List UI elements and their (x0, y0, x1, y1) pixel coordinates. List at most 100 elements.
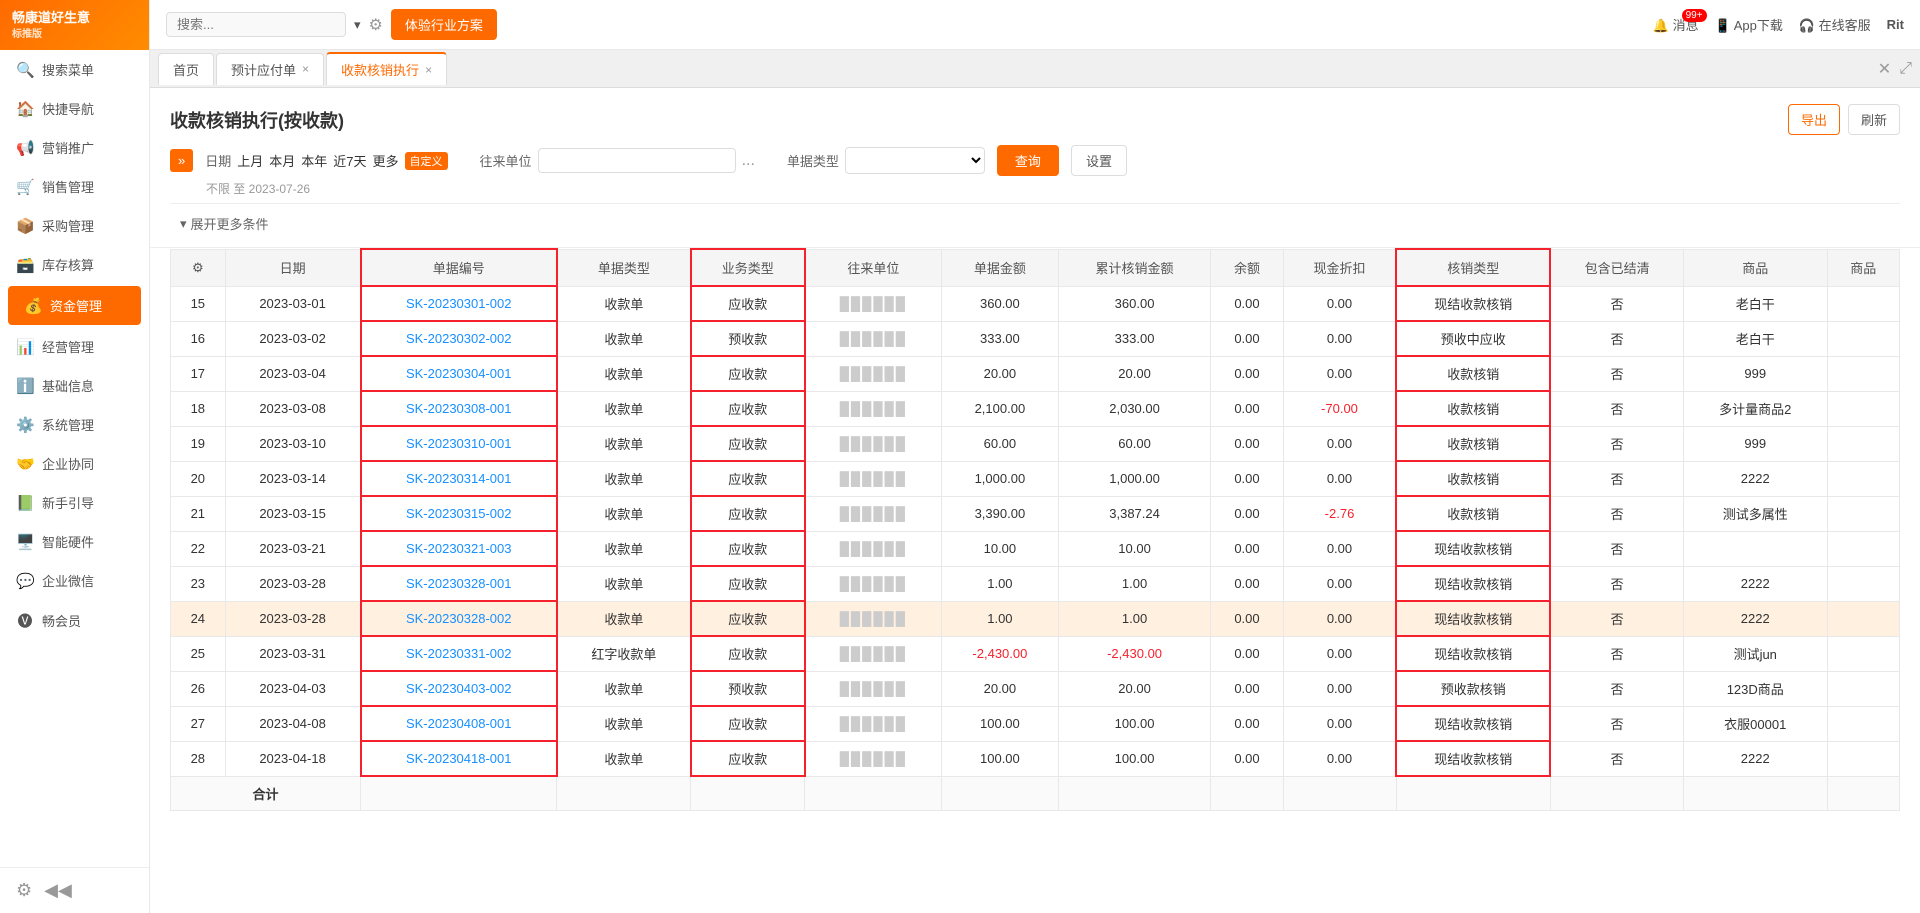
bill-link[interactable]: SK-20230315-002 (406, 506, 512, 521)
cell-bill_no[interactable]: SK-20230328-002 (361, 601, 557, 636)
col-header-balance[interactable]: 余额 (1211, 249, 1283, 286)
filter-date-more[interactable]: 更多 (373, 151, 399, 170)
bill-link[interactable]: SK-20230418-001 (406, 751, 512, 766)
cell-include_settled: 否 (1550, 286, 1683, 321)
query-btn[interactable]: 查询 (997, 145, 1059, 176)
sidebar-item-quicknav[interactable]: 🏠快捷导航 (0, 89, 149, 128)
bill-link[interactable]: SK-20230328-001 (406, 576, 512, 591)
sidebar-item-sales[interactable]: 🛒销售管理 (0, 167, 149, 206)
filter-more-dots[interactable]: ... (742, 152, 755, 170)
sidebar-item-finance[interactable]: 💰资金管理 (8, 286, 141, 325)
expand-label: 展开更多条件 (191, 214, 269, 233)
cell-bill_no[interactable]: SK-20230408-001 (361, 706, 557, 741)
sidebar-item-inventory[interactable]: 🗃️库存核算 (0, 245, 149, 284)
cell-goods2 (1827, 356, 1899, 391)
bill-link[interactable]: SK-20230403-002 (406, 681, 512, 696)
bill-link[interactable]: SK-20230302-002 (406, 331, 512, 346)
bill-link[interactable]: SK-20230331-002 (406, 646, 512, 661)
bill-link[interactable]: SK-20230321-003 (406, 541, 512, 556)
tab-close-receipt[interactable]: × (425, 63, 432, 77)
col-header-goods[interactable]: 商品 (1683, 249, 1827, 286)
sidebar-item-hardware[interactable]: 🖥️智能硬件 (0, 522, 149, 561)
gear-icon[interactable]: ⚙ (16, 880, 32, 901)
tab-close-prepay[interactable]: × (302, 62, 309, 76)
sidebar-item-marketing[interactable]: 📢营销推广 (0, 128, 149, 167)
cell-bill_no[interactable]: SK-20230310-001 (361, 426, 557, 461)
cell-bill_no[interactable]: SK-20230418-001 (361, 741, 557, 776)
setting-btn[interactable]: 设置 (1071, 145, 1127, 176)
topbar-gear-icon[interactable]: ⚙ (369, 15, 383, 35)
filter-date-last-month[interactable]: 上月 (237, 151, 263, 170)
bill-link[interactable]: SK-20230408-001 (406, 716, 512, 731)
cell-write_off_type: 现结收款核销 (1396, 706, 1550, 741)
cell-discount: 0.00 (1283, 601, 1396, 636)
partner-input[interactable] (538, 148, 736, 173)
sidebar-item-search[interactable]: 🔍搜索菜单 (0, 50, 149, 89)
filter-date-7days[interactable]: 近7天 (333, 151, 366, 170)
industry-btn[interactable]: 体验行业方案 (391, 9, 497, 40)
cell-bill_no[interactable]: SK-20230321-003 (361, 531, 557, 566)
cell-bill_no[interactable]: SK-20230328-001 (361, 566, 557, 601)
cell-goods: 衣服00001 (1683, 706, 1827, 741)
cell-goods2 (1827, 461, 1899, 496)
sidebar-item-enterprise[interactable]: 🤝企业协同 (0, 444, 149, 483)
refresh-btn[interactable]: 刷新 (1848, 104, 1900, 135)
tab-prepay[interactable]: 预计应付单× (216, 53, 324, 85)
export-btn[interactable]: 导出 (1788, 104, 1840, 135)
col-header-include_settled[interactable]: 包含已结清 (1550, 249, 1683, 286)
tab-close-all[interactable]: ✕ (1878, 59, 1891, 79)
sidebar-item-guide[interactable]: 📗新手引导 (0, 483, 149, 522)
user-name[interactable]: Rit (1887, 17, 1904, 32)
col-header-goods2[interactable]: 商品 (1827, 249, 1899, 286)
col-header-write_off_type[interactable]: 核销类型 (1396, 249, 1550, 286)
search-input[interactable] (166, 12, 346, 37)
col-header-amount[interactable]: 单据金额 (941, 249, 1058, 286)
tab-home[interactable]: 首页 (158, 53, 214, 85)
cell-partner: ██████ (805, 601, 942, 636)
cell-bill_no[interactable]: SK-20230304-001 (361, 356, 557, 391)
cell-biz_type: 应收款 (691, 391, 805, 426)
sidebar-item-basic[interactable]: ℹ️基础信息 (0, 366, 149, 405)
bill-link[interactable]: SK-20230310-001 (406, 436, 512, 451)
cell-bill_no[interactable]: SK-20230403-002 (361, 671, 557, 706)
online-support[interactable]: 🎧 在线客服 (1799, 15, 1871, 34)
col-header-biz_type[interactable]: 业务类型 (691, 249, 805, 286)
filter-date-this-month[interactable]: 本月 (269, 151, 295, 170)
cell-bill_no[interactable]: SK-20230331-002 (361, 636, 557, 671)
expand-more-btn[interactable]: ▾ 展开更多条件 (170, 210, 1900, 237)
expand-toggle[interactable]: » (170, 149, 193, 172)
bill-link[interactable]: SK-20230308-001 (406, 401, 512, 416)
bill-link[interactable]: SK-20230314-001 (406, 471, 512, 486)
col-header-partner[interactable]: 往来单位 (805, 249, 942, 286)
sidebar-item-operations[interactable]: 📊经营管理 (0, 327, 149, 366)
cell-bill_no[interactable]: SK-20230301-002 (361, 286, 557, 321)
cell-date: 2023-04-03 (225, 671, 360, 706)
col-header-date[interactable]: 日期 (225, 249, 360, 286)
cell-bill_no[interactable]: SK-20230308-001 (361, 391, 557, 426)
notification-area[interactable]: 🔔 消息 99+ (1653, 15, 1699, 34)
sidebar-item-wechat[interactable]: 💬企业微信 (0, 561, 149, 600)
tab-receipt[interactable]: 收款核销执行× (326, 52, 447, 85)
sidebar-item-system[interactable]: ⚙️系统管理 (0, 405, 149, 444)
cell-bill_no[interactable]: SK-20230314-001 (361, 461, 557, 496)
cell-write_off: 360.00 (1058, 286, 1210, 321)
cell-bill_no[interactable]: SK-20230315-002 (361, 496, 557, 531)
col-header-gear[interactable]: ⚙ (171, 249, 226, 286)
col-header-bill_type[interactable]: 单据类型 (557, 249, 691, 286)
bill-link[interactable]: SK-20230301-002 (406, 296, 512, 311)
bill-link[interactable]: SK-20230304-001 (406, 366, 512, 381)
tab-expand[interactable]: ⤢ (1899, 60, 1912, 78)
col-header-bill_no[interactable]: 单据编号 (361, 249, 557, 286)
bill-link[interactable]: SK-20230328-002 (406, 611, 512, 626)
bill-type-select[interactable] (845, 147, 985, 174)
app-download[interactable]: 📱 App下载 (1715, 15, 1783, 34)
sidebar-item-purchase[interactable]: 📦采购管理 (0, 206, 149, 245)
collapse-icon[interactable]: ◀◀ (44, 880, 72, 901)
cell-bill_no[interactable]: SK-20230302-002 (361, 321, 557, 356)
sidebar-item-member[interactable]: 🅥畅会员 (0, 600, 149, 641)
filter-custom-btn[interactable]: 自定义 (405, 152, 448, 170)
col-header-write_off[interactable]: 累计核销金额 (1058, 249, 1210, 286)
col-header-discount[interactable]: 现金折扣 (1283, 249, 1396, 286)
dropdown-arrow[interactable]: ▾ (354, 17, 361, 33)
filter-date-this-year[interactable]: 本年 (301, 151, 327, 170)
